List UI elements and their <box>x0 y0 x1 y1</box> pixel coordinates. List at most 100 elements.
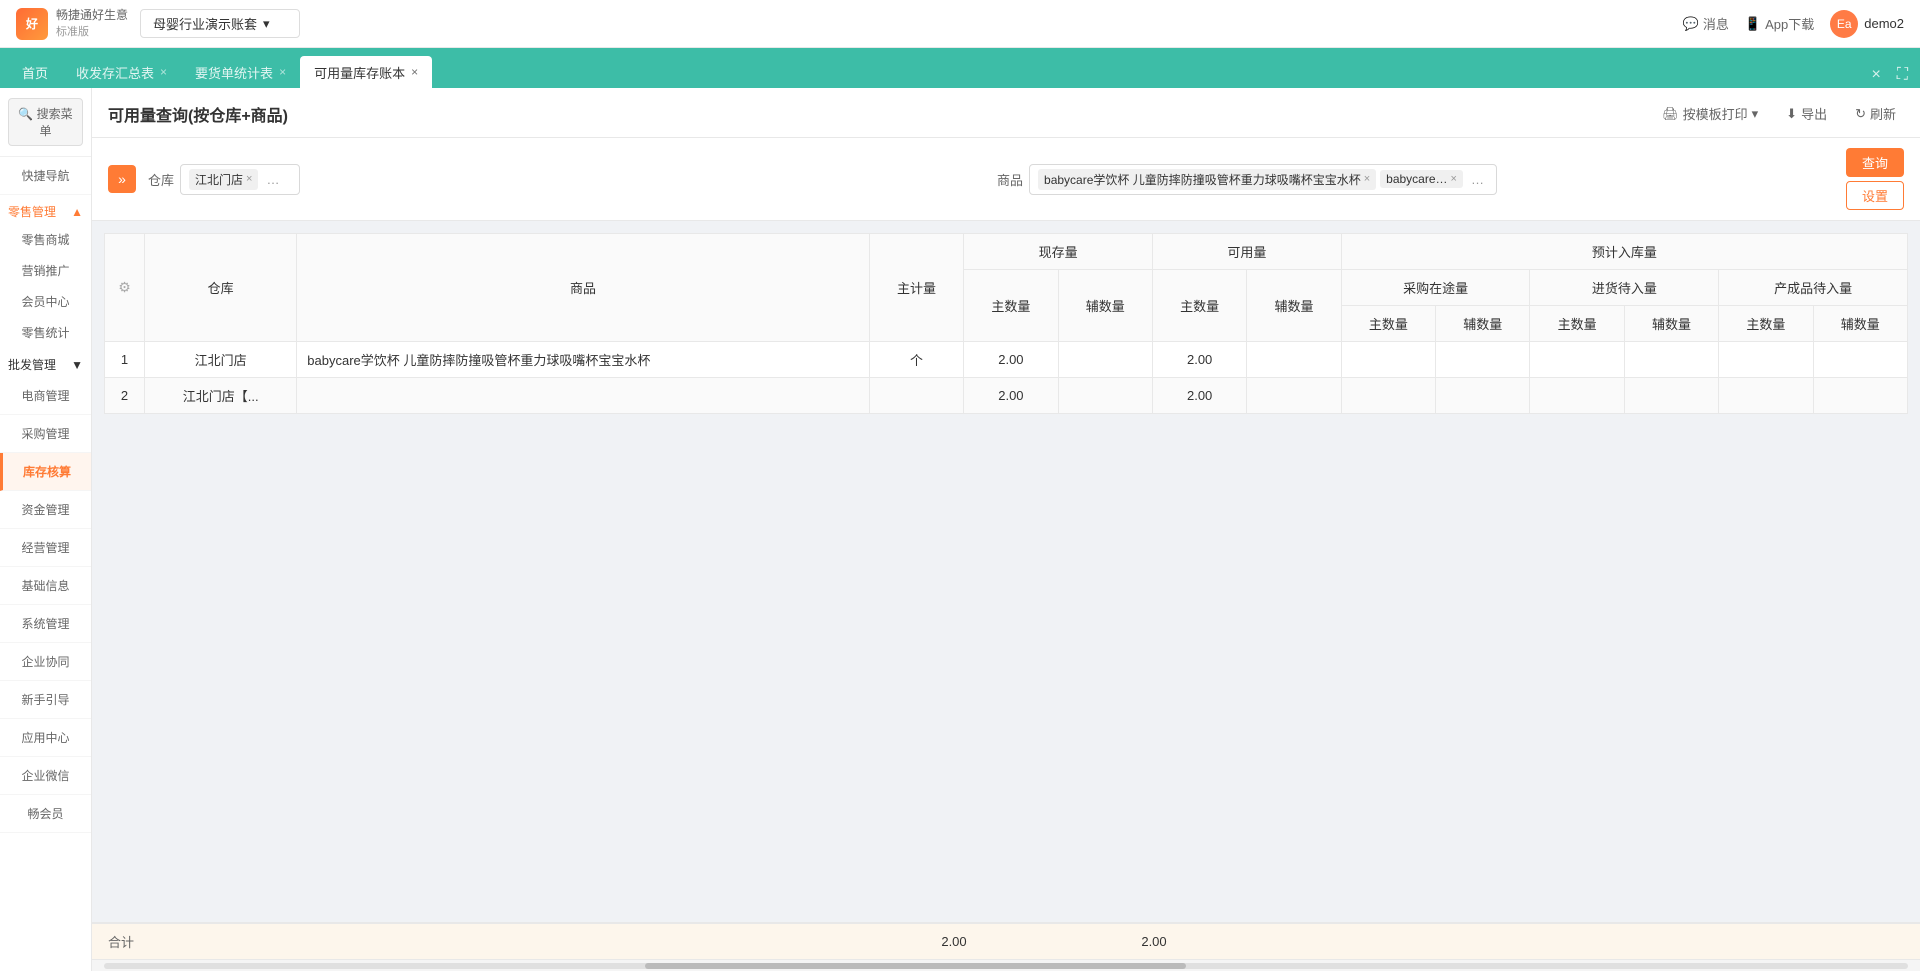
th-stock-main: 主数量 <box>964 270 1058 342</box>
sidebar-item-inventory[interactable]: 库存核算 <box>0 453 91 491</box>
top-bar: 好 畅捷通好生意 标准版 母婴行业演示账套 ▾ 💬 消息 📱 App下载 Ea … <box>0 0 1920 48</box>
tab-home[interactable]: 首页 <box>8 56 62 88</box>
row-product-main-1 <box>1719 342 1813 378</box>
sidebar-item-marketing[interactable]: 营销推广 <box>0 255 91 286</box>
page-title: 可用量查询(按仓库+商品) <box>108 102 288 126</box>
row-avail-aux-1 <box>1247 342 1341 378</box>
app-download-btn[interactable]: 📱 App下载 <box>1745 14 1814 33</box>
sidebar-item-operations[interactable]: 经营管理 <box>0 529 91 567</box>
sidebar-item-ecommerce[interactable]: 电商管理 <box>0 377 91 415</box>
tab-controls: × ⛶ <box>1867 62 1912 88</box>
filter-actions: 查询 设置 <box>1846 148 1904 210</box>
page-actions: 🖨 按模板打印 ▾ ⬇ 导出 ↻ 刷新 <box>1654 100 1904 127</box>
sidebar-item-appstore[interactable]: 应用中心 <box>0 719 91 757</box>
user-area[interactable]: Ea demo2 <box>1830 10 1904 38</box>
print-btn[interactable]: 🖨 按模板打印 ▾ <box>1654 100 1766 127</box>
product-tag2-close[interactable]: × <box>1451 173 1457 185</box>
logo-area: 好 畅捷通好生意 标准版 <box>16 8 128 40</box>
filter-toggle-btn[interactable]: » <box>108 165 136 193</box>
sidebar-item-wechat[interactable]: 企业微信 <box>0 757 91 795</box>
row-warehouse-2: 江北门店【... <box>145 378 297 414</box>
product-more[interactable]: … <box>1467 172 1488 187</box>
scrollbar-area[interactable] <box>92 959 1920 971</box>
home-tab-label: 首页 <box>22 63 48 82</box>
sidebar-item-quicknav[interactable]: 快捷导航 <box>0 157 91 195</box>
search-menu-btn[interactable]: 🔍 搜索菜单 <box>8 98 83 146</box>
row-purchase-main-2 <box>1341 378 1435 414</box>
th-stock-aux: 辅数量 <box>1058 270 1152 342</box>
sidebar-item-member[interactable]: 畅会员 <box>0 795 91 833</box>
scrollbar-thumb[interactable] <box>645 963 1186 969</box>
product-input[interactable]: babycare学饮杯 儿童防摔防撞吸管杯重力球吸嘴杯宝宝水杯 × babyca… <box>1029 164 1497 195</box>
th-inbound-aux: 辅数量 <box>1624 306 1718 342</box>
row-num-1: 1 <box>105 342 145 378</box>
sidebar-item-system[interactable]: 系统管理 <box>0 605 91 643</box>
export-btn[interactable]: ⬇ 导出 <box>1778 100 1835 127</box>
sidebar-item-basics[interactable]: 基础信息 <box>0 567 91 605</box>
tab-inventory[interactable]: 可用量库存账本 × <box>300 56 432 88</box>
tab-orders[interactable]: 要货单统计表 × <box>181 56 300 88</box>
product-tag-1: babycare学饮杯 儿童防摔防撞吸管杯重力球吸嘴杯宝宝水杯 × <box>1038 169 1376 190</box>
row-stock-aux-1 <box>1058 342 1152 378</box>
sidebar-item-finance[interactable]: 资金管理 <box>0 491 91 529</box>
sidebar-item-guide[interactable]: 新手引导 <box>0 681 91 719</box>
product-tag1-close[interactable]: × <box>1364 173 1370 185</box>
row-unit-1: 个 <box>869 342 963 378</box>
row-stock-main-1: 2.00 <box>964 342 1058 378</box>
row-stock-aux-2 <box>1058 378 1152 414</box>
close-all-icon[interactable]: × <box>1867 62 1884 88</box>
th-product: 商品 <box>297 234 870 342</box>
row-purchase-aux-2 <box>1436 378 1530 414</box>
th-avail-main: 主数量 <box>1152 270 1246 342</box>
sidebar-item-enterprise[interactable]: 企业协同 <box>0 643 91 681</box>
chevron-down-icon: ▾ <box>263 16 270 32</box>
th-inbound-main: 主数量 <box>1530 306 1624 342</box>
chevron-up-icon: ▲ <box>71 205 83 219</box>
close-icon[interactable]: × <box>411 65 418 79</box>
footer-values: 2.00 2.00 <box>188 934 1904 949</box>
export-icon: ⬇ <box>1786 106 1797 122</box>
expand-icon[interactable]: ⛶ <box>1893 62 1912 88</box>
refresh-btn[interactable]: ↻ 刷新 <box>1847 100 1904 127</box>
tab-receipts[interactable]: 收发存汇总表 × <box>62 56 181 88</box>
sidebar-section-wholesale[interactable]: 批发管理 ▼ <box>0 348 91 377</box>
settings-button[interactable]: 设置 <box>1846 181 1904 210</box>
th-settings[interactable]: ⚙ <box>105 234 145 342</box>
product-tag-2: babycare… × <box>1380 170 1463 188</box>
account-selector[interactable]: 母婴行业演示账套 ▾ <box>140 9 300 38</box>
row-purchase-aux-1 <box>1436 342 1530 378</box>
row-product-1: babycare学饮杯 儿童防摔防撞吸管杯重力球吸嘴杯宝宝水杯 <box>297 342 870 378</box>
sidebar-section-retail[interactable]: 零售管理 ▲ <box>0 195 91 224</box>
mobile-icon: 📱 <box>1745 16 1761 32</box>
footer-spacer-warehouse <box>188 934 433 949</box>
row-purchase-main-1 <box>1341 342 1435 378</box>
warehouse-more[interactable]: … <box>262 172 283 187</box>
close-icon[interactable]: × <box>279 65 286 79</box>
sidebar-item-members[interactable]: 会员中心 <box>0 286 91 317</box>
th-inbound-pending: 进货待入量 <box>1530 270 1719 306</box>
footer-inbound-main <box>1504 934 1604 949</box>
settings-icon[interactable]: ⚙ <box>118 279 131 295</box>
sidebar-item-retail-stats[interactable]: 零售统计 <box>0 317 91 348</box>
scrollbar-track[interactable] <box>104 963 1908 969</box>
warehouse-tag-close[interactable]: × <box>246 173 252 185</box>
row-stock-main-2: 2.00 <box>964 378 1058 414</box>
top-bar-left: 好 畅捷通好生意 标准版 母婴行业演示账套 ▾ <box>16 8 300 40</box>
chevron-down-icon: ▼ <box>71 358 83 372</box>
row-inbound-aux-1 <box>1624 342 1718 378</box>
warehouse-input[interactable]: 江北门店 × … <box>180 164 300 195</box>
message-icon: 💬 <box>1683 16 1699 32</box>
query-button[interactable]: 查询 <box>1846 148 1904 177</box>
close-icon[interactable]: × <box>160 65 167 79</box>
sidebar-item-retail-mall[interactable]: 零售商城 <box>0 224 91 255</box>
message-btn[interactable]: 💬 消息 <box>1683 14 1729 33</box>
footer-inbound-aux <box>1604 934 1704 949</box>
sidebar-item-purchase[interactable]: 采购管理 <box>0 415 91 453</box>
page-title-row: 可用量查询(按仓库+商品) 🖨 按模板打印 ▾ ⬇ 导出 ↻ 刷新 <box>108 100 1904 137</box>
row-unit-2 <box>869 378 963 414</box>
footer-stock-main: 2.00 <box>904 934 1004 949</box>
row-avail-aux-2 <box>1247 378 1341 414</box>
row-inbound-main-2 <box>1530 378 1624 414</box>
warehouse-filter-group: 仓库 江北门店 × … <box>148 164 985 195</box>
footer-purchase-main <box>1304 934 1404 949</box>
